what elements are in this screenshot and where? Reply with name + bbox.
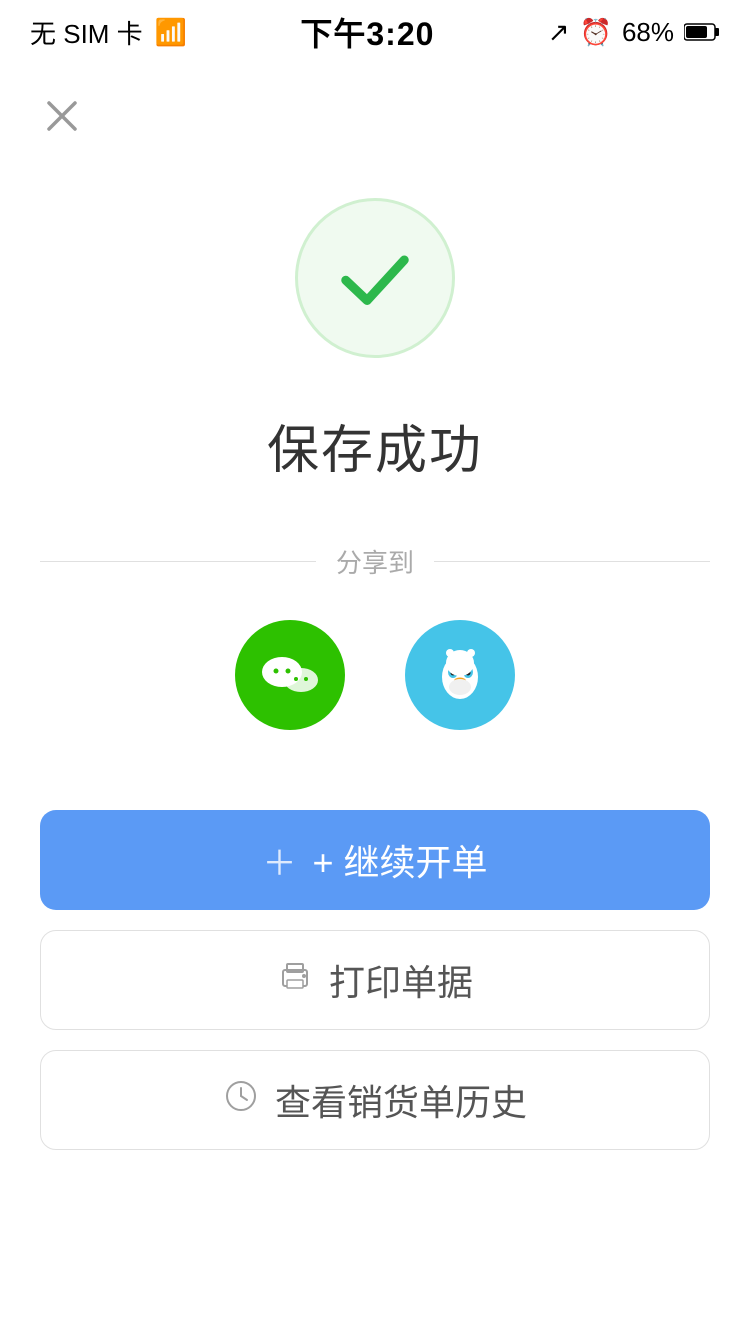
printer-icon <box>277 958 313 1003</box>
success-icon-circle <box>295 198 455 358</box>
share-icons <box>40 620 710 730</box>
continue-order-label: + 继续开单 <box>312 834 487 886</box>
wifi-icon: 📶 <box>155 17 187 48</box>
wechat-share-button[interactable] <box>235 620 345 730</box>
print-button[interactable]: 打印单据 <box>40 930 710 1030</box>
history-label: 查看销货单历史 <box>275 1074 527 1126</box>
share-label: 分享到 <box>336 543 414 580</box>
battery-icon <box>684 22 720 42</box>
print-label: 打印单据 <box>329 954 473 1006</box>
status-time: 下午3:20 <box>300 9 434 55</box>
no-sim-text: 无 SIM 卡 <box>30 14 143 51</box>
action-buttons: ＋ + 继续开单 打印单据 查看销货单 <box>40 810 710 1170</box>
clock-icon <box>223 1078 259 1123</box>
status-bar: 无 SIM 卡 📶 下午3:20 ↗ ⏰ 68% <box>0 0 750 64</box>
continue-order-button[interactable]: ＋ + 继续开单 <box>40 810 710 910</box>
history-button[interactable]: 查看销货单历史 <box>40 1050 710 1150</box>
location-icon: ↗ <box>548 17 570 48</box>
plus-icon: ＋ <box>262 836 296 885</box>
battery-text: 68% <box>622 17 674 48</box>
qq-share-button[interactable] <box>405 620 515 730</box>
status-left: 无 SIM 卡 📶 <box>30 14 187 51</box>
share-section: 分享到 <box>40 543 710 730</box>
main-content: 保存成功 分享到 <box>0 168 750 1170</box>
status-right: ↗ ⏰ 68% <box>548 17 720 48</box>
share-divider: 分享到 <box>40 543 710 580</box>
success-title: 保存成功 <box>267 408 483 483</box>
alarm-icon: ⏰ <box>580 17 612 48</box>
close-button[interactable] <box>30 84 94 148</box>
